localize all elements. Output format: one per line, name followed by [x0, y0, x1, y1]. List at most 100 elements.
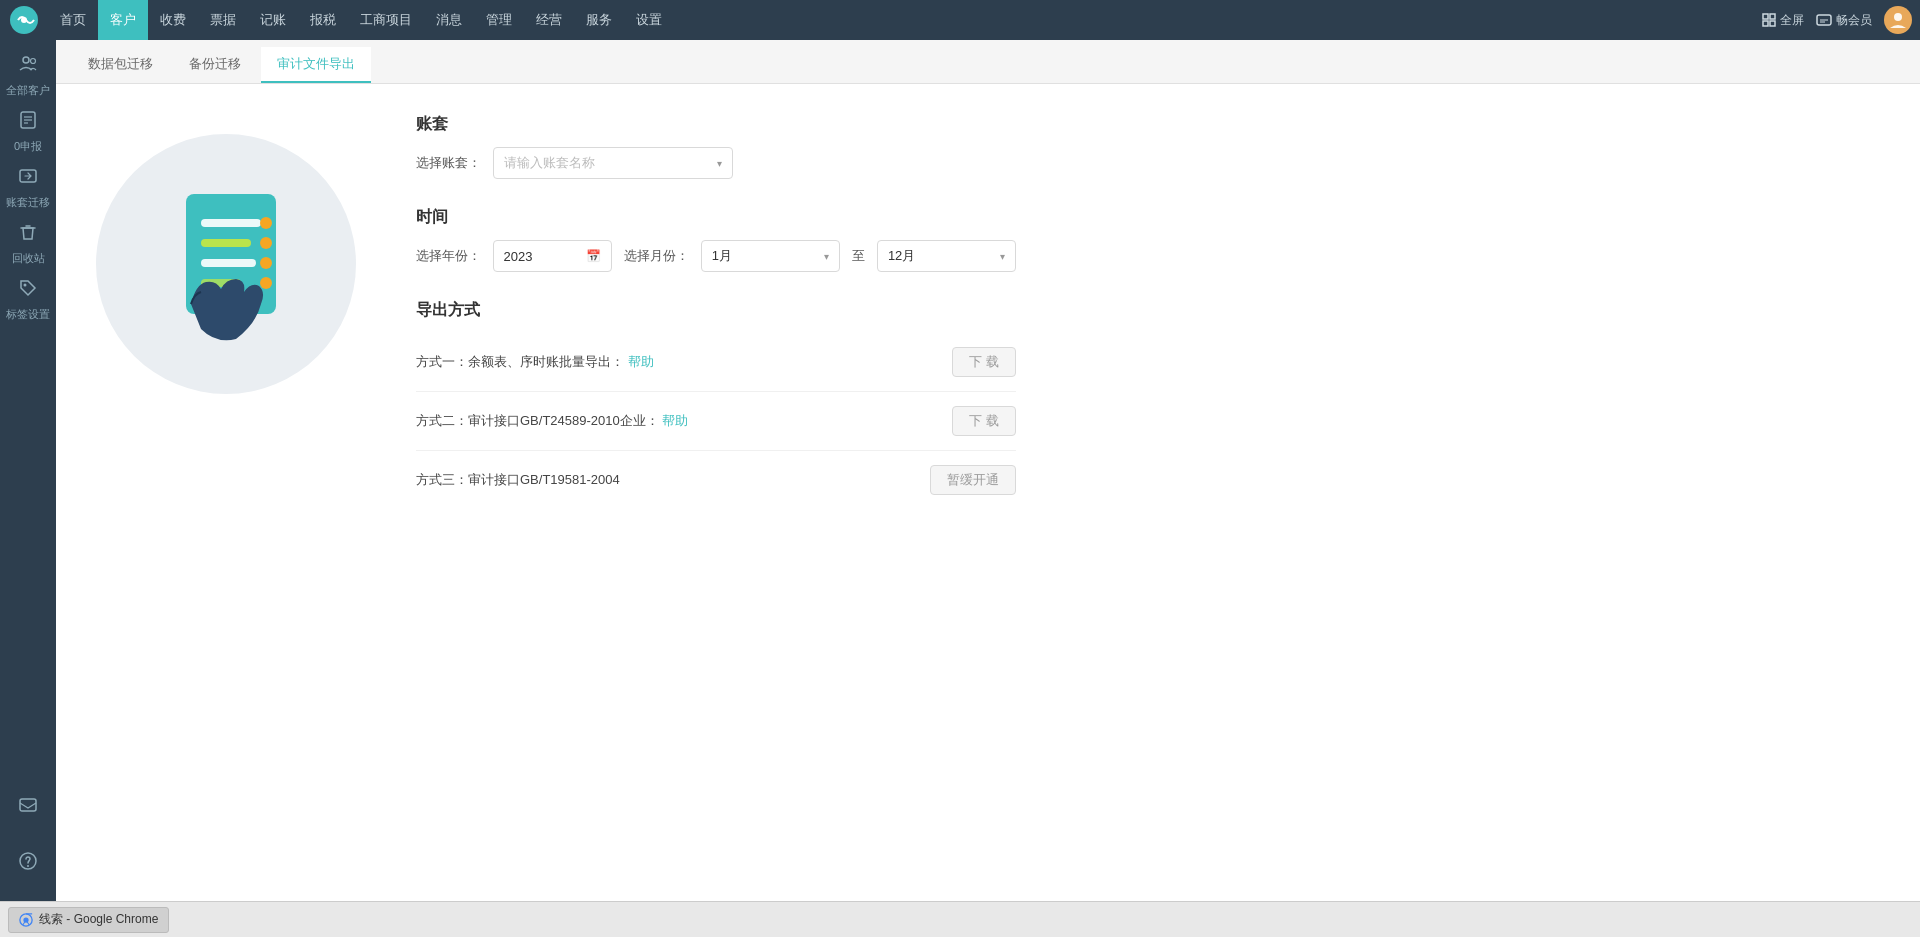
trash-icon	[18, 222, 38, 247]
time-separator: 至	[852, 247, 865, 265]
nav-tax[interactable]: 报税	[298, 0, 348, 40]
account-section-title: 账套	[416, 114, 1016, 135]
nav-bookkeeping[interactable]: 记账	[248, 0, 298, 40]
svg-point-1	[21, 17, 27, 23]
export-methods-list: 方式一：余额表、序时账批量导出： 帮助 下 载 方式二：审计接口GB/T2458…	[416, 333, 1016, 509]
account-form-row: 选择账套： 请输入账套名称 ▾	[416, 147, 1016, 179]
chevron-down-icon: ▾	[717, 158, 722, 169]
sidebar-item-label: 全部客户	[6, 83, 50, 98]
nav-right: 全屏 畅会员	[1762, 6, 1912, 34]
svg-point-19	[27, 865, 29, 867]
svg-rect-23	[201, 259, 256, 267]
illustration-wrap	[96, 114, 356, 871]
sidebar-item-label: 账套迁移	[6, 195, 50, 210]
nav-business[interactable]: 工商项目	[348, 0, 424, 40]
year-label: 选择年份：	[416, 247, 481, 265]
svg-rect-2	[1763, 14, 1768, 19]
sidebar-item-label: 0申报	[14, 139, 42, 154]
svg-rect-4	[1763, 21, 1768, 26]
month-to-value: 12月	[888, 247, 992, 265]
month-label: 选择月份：	[624, 247, 689, 265]
svg-point-28	[260, 277, 272, 289]
account-section: 账套 选择账套： 请输入账套名称 ▾	[416, 114, 1016, 179]
method-2-help-link[interactable]: 帮助	[662, 413, 688, 428]
member-button[interactable]: 畅会员	[1816, 12, 1872, 29]
sidebar-item-zero-declare[interactable]: 0申报	[0, 104, 56, 160]
sidebar-item-trash[interactable]: 回收站	[0, 216, 56, 272]
export-method-2: 方式二：审计接口GB/T24589-2010企业： 帮助 下 载	[416, 392, 1016, 451]
fullscreen-label: 全屏	[1780, 12, 1804, 29]
content-area: 数据包迁移 备份迁移 审计文件导出	[56, 40, 1920, 901]
calendar-icon: 📅	[586, 249, 601, 263]
nav-invoice[interactable]: 票据	[198, 0, 248, 40]
svg-rect-3	[1770, 14, 1775, 19]
tab-data-migration[interactable]: 数据包迁移	[72, 47, 169, 83]
sidebar-item-tags[interactable]: 标签设置	[0, 272, 56, 328]
nav-manage[interactable]: 管理	[474, 0, 524, 40]
export-section: 导出方式 方式一：余额表、序时账批量导出： 帮助 下 载	[416, 300, 1016, 509]
sidebar-help-icon[interactable]	[0, 833, 56, 889]
taskbar-chrome-item[interactable]: 线索 - Google Chrome	[8, 907, 169, 933]
svg-point-25	[260, 217, 272, 229]
month-from-select[interactable]: 1月 ▾	[701, 240, 840, 272]
sidebar-item-migrate[interactable]: 账套迁移	[0, 160, 56, 216]
time-section: 时间 选择年份： 2023 📅 选择月份： 1月 ▾ 至	[416, 207, 1016, 272]
avatar[interactable]	[1884, 6, 1912, 34]
time-form-row: 选择年份： 2023 📅 选择月份： 1月 ▾ 至 12月	[416, 240, 1016, 272]
time-section-title: 时间	[416, 207, 1016, 228]
method-3-text: 方式三：审计接口GB/T19581-2004	[416, 471, 620, 489]
svg-rect-5	[1770, 21, 1775, 26]
tab-backup-migration[interactable]: 备份迁移	[173, 47, 257, 83]
form-area: 账套 选择账套： 请输入账套名称 ▾ 时间 选择年份：	[416, 114, 1016, 871]
top-nav: 首页 客户 收费 票据 记账 报税 工商项目 消息 管理 经营 服务 设置 全屏	[0, 0, 1920, 40]
svg-point-26	[260, 237, 272, 249]
year-input[interactable]: 2023 📅	[493, 240, 612, 272]
account-select[interactable]: 请输入账套名称 ▾	[493, 147, 733, 179]
svg-point-8	[1894, 13, 1902, 21]
month-to-select[interactable]: 12月 ▾	[877, 240, 1016, 272]
fullscreen-button[interactable]: 全屏	[1762, 12, 1804, 29]
month-from-value: 1月	[712, 247, 816, 265]
tabs-bar: 数据包迁移 备份迁移 审计文件导出	[56, 40, 1920, 84]
method-2-download-button[interactable]: 下 载	[952, 406, 1016, 436]
tab-audit-export[interactable]: 审计文件导出	[261, 47, 371, 83]
nav-customer[interactable]: 客户	[98, 0, 148, 40]
chevron-down-icon: ▾	[1000, 251, 1005, 262]
sidebar-item-label: 回收站	[12, 251, 45, 266]
illustration-circle	[96, 134, 356, 394]
export-section-title: 导出方式	[416, 300, 1016, 321]
nav-billing[interactable]: 收费	[148, 0, 198, 40]
nav-settings[interactable]: 设置	[624, 0, 674, 40]
nav-items: 首页 客户 收费 票据 记账 报税 工商项目 消息 管理 经营 服务 设置	[48, 0, 1762, 40]
main-layout: 全部客户 0申报 账套迁移	[0, 40, 1920, 901]
nav-message[interactable]: 消息	[424, 0, 474, 40]
svg-point-10	[31, 59, 36, 64]
declare-icon	[18, 110, 38, 135]
sidebar-bottom	[0, 777, 56, 901]
sidebar-item-all-customers[interactable]: 全部客户	[0, 48, 56, 104]
svg-point-27	[260, 257, 272, 269]
method-1-download-button[interactable]: 下 载	[952, 347, 1016, 377]
svg-point-16	[24, 284, 27, 287]
method-3-coming-soon-button: 暂缓开通	[930, 465, 1016, 495]
taskbar-item-label: 线索 - Google Chrome	[39, 911, 158, 928]
method-1-help-link[interactable]: 帮助	[628, 354, 654, 369]
nav-home[interactable]: 首页	[48, 0, 98, 40]
method-2-text: 方式二：审计接口GB/T24589-2010企业： 帮助	[416, 412, 688, 430]
export-method-3: 方式三：审计接口GB/T19581-2004 暂缓开通	[416, 451, 1016, 509]
account-label: 选择账套：	[416, 154, 481, 172]
sidebar-message-icon[interactable]	[0, 777, 56, 833]
year-value: 2023	[504, 249, 533, 264]
nav-service[interactable]: 服务	[574, 0, 624, 40]
sidebar-item-label: 标签设置	[6, 307, 50, 322]
customers-icon	[18, 54, 38, 79]
chevron-down-icon: ▾	[824, 251, 829, 262]
export-method-1: 方式一：余额表、序时账批量导出： 帮助 下 载	[416, 333, 1016, 392]
nav-operations[interactable]: 经营	[524, 0, 574, 40]
svg-rect-22	[201, 239, 251, 247]
method-1-text: 方式一：余额表、序时账批量导出： 帮助	[416, 353, 654, 371]
taskbar: 线索 - Google Chrome	[0, 901, 1920, 937]
member-label: 畅会员	[1836, 12, 1872, 29]
account-placeholder: 请输入账套名称	[504, 154, 709, 172]
app-logo	[8, 4, 40, 36]
